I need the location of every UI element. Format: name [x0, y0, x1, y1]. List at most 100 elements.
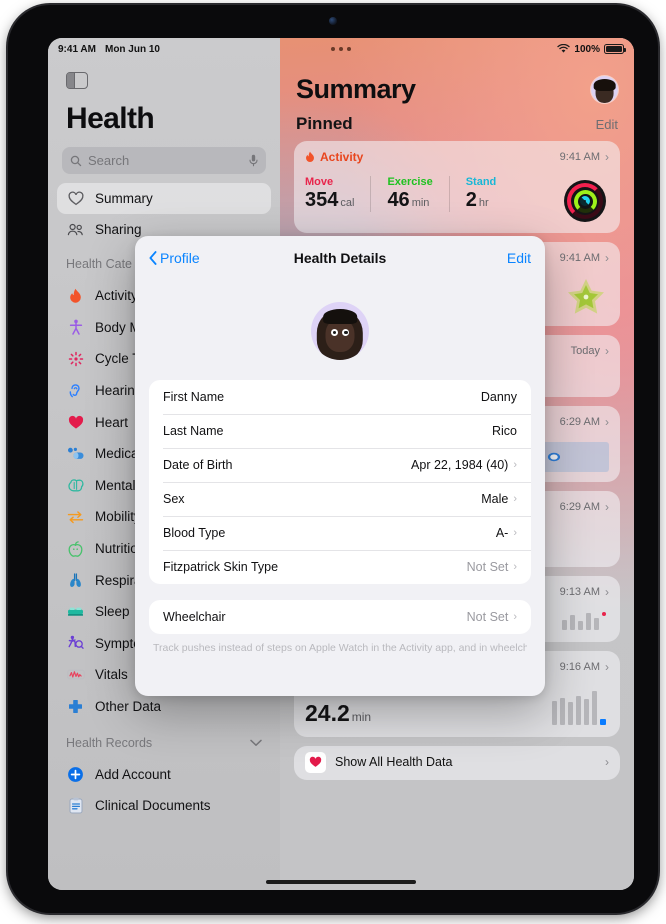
row-label: Sex [163, 492, 185, 506]
profile-avatar-button[interactable] [591, 76, 618, 103]
row-value: Male › [481, 492, 517, 506]
page-title: Health [66, 102, 155, 135]
daylight-value: 24.2 min [305, 700, 372, 726]
back-to-profile-button[interactable]: Profile [149, 250, 200, 266]
sidebar-item-label: Sleep [95, 604, 130, 620]
modal-title: Health Details [293, 250, 387, 266]
sidebar-toggle-icon[interactable] [66, 72, 88, 89]
flame-icon [306, 151, 314, 163]
pinned-section-header: Pinned Edit [280, 105, 634, 134]
chevron-right-icon: › [605, 415, 609, 429]
search-input[interactable]: Search [62, 147, 266, 174]
chevron-right-icon: › [605, 500, 609, 514]
metric-move: Move 354 cal [305, 176, 372, 212]
activity-metrics: Move 354 cal Exercise 46 min Stand 2 hr [305, 176, 609, 212]
dot-icon [347, 47, 351, 51]
sidebar-item-label: Sharing [95, 222, 142, 237]
chevron-right-icon: › [605, 150, 609, 164]
sidebar-item-label: Body M [95, 319, 141, 335]
row-label: Date of Birth [163, 458, 233, 472]
card-title-label: Activity [320, 150, 364, 164]
chevron-right-icon: › [605, 585, 609, 599]
sidebar-item-label: Heart [95, 414, 129, 430]
sidebar-item-label: Activity [95, 288, 138, 304]
chevron-right-icon: › [513, 459, 517, 471]
multitasking-dots-button[interactable] [331, 47, 351, 51]
row-value: Not Set › [466, 560, 517, 574]
sidebar-item-label: Add Account [95, 767, 171, 783]
plus-cross-icon [66, 699, 85, 714]
flame-icon [66, 288, 85, 304]
card-timestamp: 9:13 AM › [559, 585, 609, 599]
row-fitzpatrick-skin-type[interactable]: Fitzpatrick Skin Type Not Set › [149, 550, 531, 584]
body-measurements-icon [66, 319, 85, 336]
row-wheelchair[interactable]: Wheelchair Not Set › [149, 600, 531, 634]
heart-filled-icon [66, 415, 85, 430]
modal-avatar-container [135, 302, 545, 360]
row-value: Not Set › [466, 610, 517, 624]
card-timestamp: 9:41 AM › [559, 251, 609, 265]
microphone-icon[interactable] [249, 154, 258, 167]
row-label: Blood Type [163, 526, 226, 540]
row-label: Last Name [163, 424, 224, 438]
card-timestamp: 6:29 AM › [559, 415, 609, 429]
card-activity[interactable]: Activity 9:41 AM › Move 354 cal Exercise… [294, 141, 620, 233]
home-indicator[interactable] [266, 879, 416, 884]
sidebar-item-label: Sympto [95, 635, 141, 651]
row-first-name[interactable]: First Name Danny [149, 380, 531, 414]
row-value: Danny [480, 390, 517, 404]
sidebar-item-add-account[interactable]: Add Account [57, 759, 271, 790]
brain-icon [66, 478, 85, 493]
row-value: Rico [491, 424, 517, 438]
sidebar-item-label: Mobility [95, 509, 141, 525]
device-frame: 9:41 AM Mon Jun 10 100% Health Search Su… [8, 5, 658, 913]
card-timestamp: 9:41 AM › [559, 150, 609, 164]
sidebar-records-list: Add Account Clinical Documents [48, 759, 280, 821]
pills-icon [66, 447, 85, 461]
sidebar-item-label: Nutritio [95, 541, 138, 557]
chevron-right-icon: › [513, 611, 517, 623]
people-icon [66, 223, 85, 236]
row-blood-type[interactable]: Blood Type A- › [149, 516, 531, 550]
chevron-left-icon [149, 251, 157, 265]
modal-navigation-bar: Profile Health Details Edit [135, 236, 545, 280]
health-details-modal: Profile Health Details Edit First Name D… [135, 236, 545, 696]
pinned-edit-button[interactable]: Edit [596, 117, 618, 132]
card-header: Activity 9:41 AM › [305, 150, 609, 164]
health-details-group: First Name Danny Last Name Rico Date of … [149, 380, 531, 584]
wheelchair-footnote: Track pushes instead of steps on Apple W… [153, 642, 527, 654]
star-blob-graphic [566, 276, 606, 316]
mobility-arrows-icon [66, 510, 85, 524]
user-memoji-avatar[interactable] [311, 302, 369, 360]
row-date-of-birth[interactable]: Date of Birth Apr 22, 1984 (40) › [149, 448, 531, 482]
chevron-right-icon: › [605, 660, 609, 674]
pinned-label: Pinned [296, 114, 353, 133]
heart-rate-spark-graphic [562, 600, 606, 630]
chevron-right-icon: › [605, 755, 609, 769]
daylight-bars-graphic [552, 685, 606, 725]
row-value: A- › [495, 526, 517, 540]
modal-edit-button[interactable]: Edit [507, 250, 531, 266]
sidebar-item-label: Other Data [95, 699, 162, 715]
sidebar-item-label: Summary [95, 191, 153, 206]
battery-percent-label: 100% [574, 43, 600, 55]
status-bar-left: 9:41 AM Mon Jun 10 [58, 44, 160, 55]
metric-stand: Stand 2 hr [465, 176, 497, 211]
dot-icon [331, 47, 335, 51]
sidebar-item-summary[interactable]: Summary [57, 183, 271, 214]
chevron-right-icon: › [605, 344, 609, 358]
sidebar-item-clinical-documents[interactable]: Clinical Documents [57, 790, 271, 821]
clipboard-icon [66, 797, 85, 814]
card-timestamp: Today › [570, 344, 609, 358]
row-last-name[interactable]: Last Name Rico [149, 414, 531, 448]
chevron-right-icon: › [513, 527, 517, 539]
waveform-icon [66, 668, 85, 681]
row-sex[interactable]: Sex Male › [149, 482, 531, 516]
card-show-all-health-data[interactable]: Show All Health Data › [294, 746, 620, 780]
chevron-down-icon[interactable] [250, 739, 262, 747]
health-records-header[interactable]: Health Records [48, 736, 280, 750]
front-camera-icon [329, 17, 337, 25]
search-icon [70, 155, 82, 166]
summary-header: Summary [280, 60, 634, 105]
card-title: Activity [305, 150, 363, 164]
